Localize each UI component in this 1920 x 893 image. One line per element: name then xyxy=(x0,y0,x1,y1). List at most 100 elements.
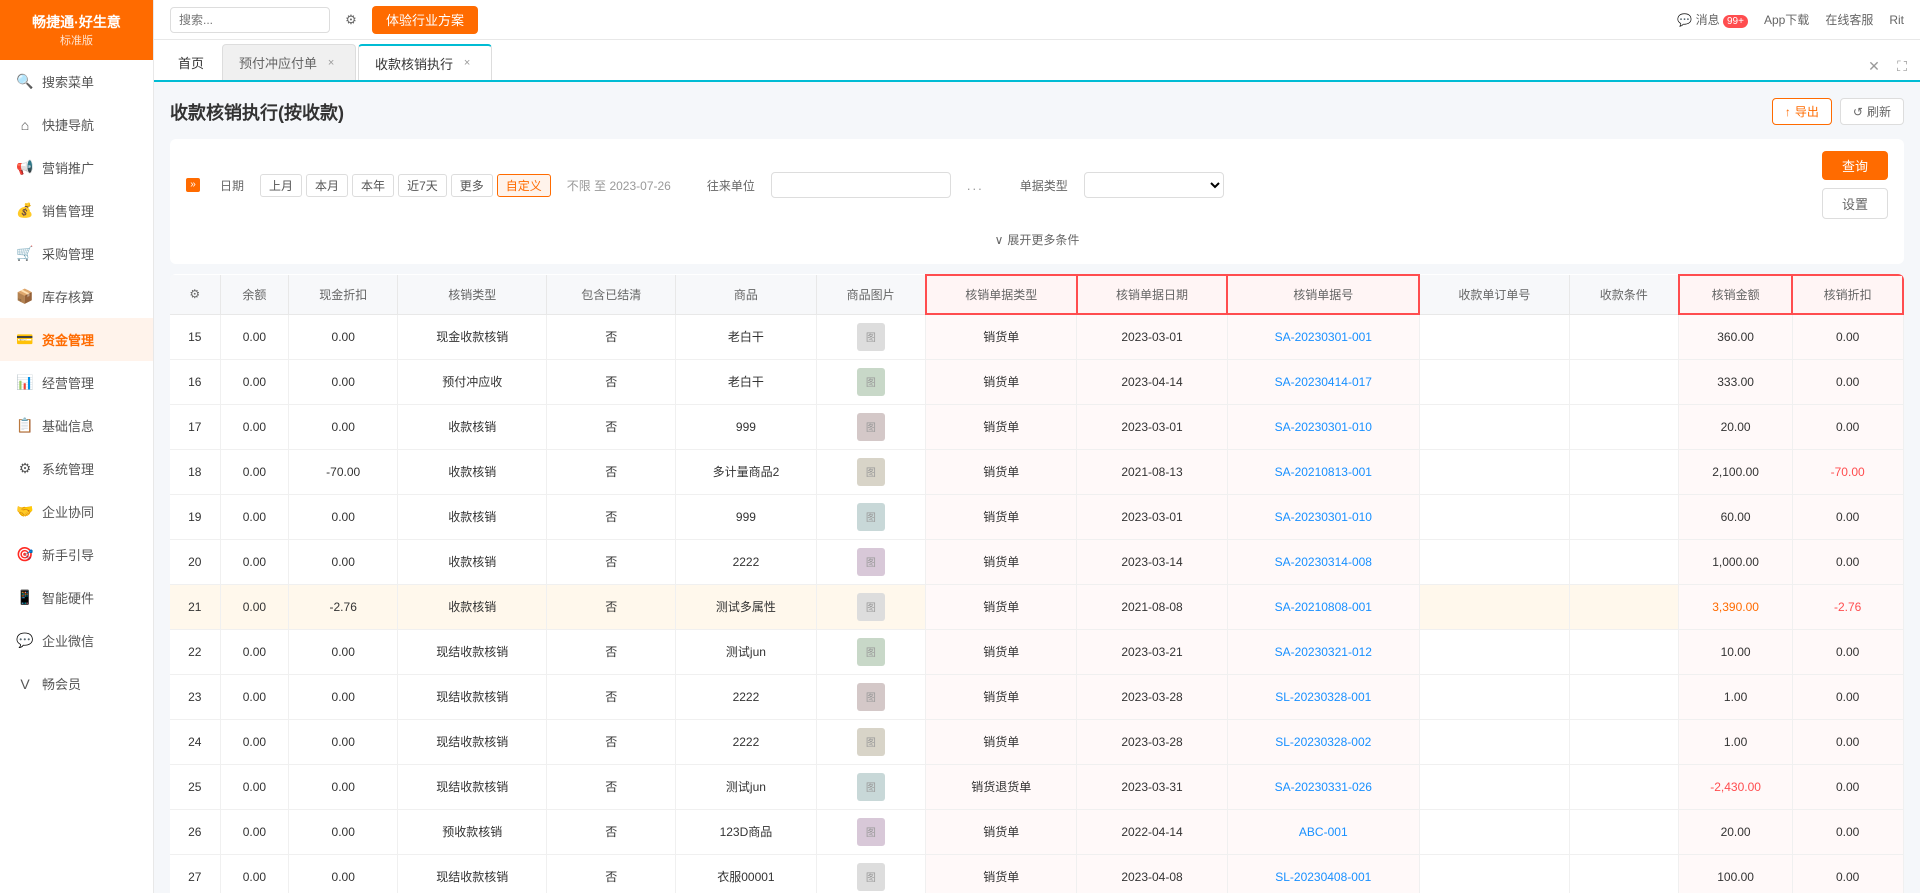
sidebar-item-smart-hardware[interactable]: 📱 智能硬件 xyxy=(0,576,153,619)
td-goods-image: 图 xyxy=(816,719,926,764)
td-no: 24 xyxy=(170,719,220,764)
sidebar-item-enterprise[interactable]: 🤝 企业协同 xyxy=(0,490,153,533)
td-cash-discount: 0.00 xyxy=(289,719,398,764)
td-writeoff-amount: 2,100.00 xyxy=(1679,449,1792,494)
td-include-settled: 否 xyxy=(547,359,676,404)
receipt-type-select[interactable] xyxy=(1084,172,1224,198)
user-name[interactable]: Rit xyxy=(1889,13,1904,27)
tab-prepay[interactable]: 预付冲应付单 × xyxy=(222,44,356,80)
th-receipt-order-no: 收款单订单号 xyxy=(1419,275,1569,314)
th-writeoff-doc-date: 核销单据日期 xyxy=(1077,275,1228,314)
member-icon: V xyxy=(16,675,34,693)
settings-button[interactable]: 设置 xyxy=(1822,188,1888,219)
td-writeoff-type: 现结收款核销 xyxy=(398,719,547,764)
td-writeoff-type: 现结收款核销 xyxy=(398,674,547,719)
td-include-settled: 否 xyxy=(547,539,676,584)
td-balance: 0.00 xyxy=(220,584,289,629)
sidebar: 畅捷通·好生意 标准版 🔍 搜索菜单 ⌂ 快捷导航 📢 营销推广 💰 销售管理 … xyxy=(0,0,154,893)
sidebar-item-search[interactable]: 🔍 搜索菜单 xyxy=(0,60,153,103)
sidebar-item-member[interactable]: V 畅会员 xyxy=(0,662,153,705)
doc-no-link[interactable]: SA-20210813-001 xyxy=(1275,465,1372,479)
doc-no-link[interactable]: SL-20230328-002 xyxy=(1275,735,1371,749)
doc-no-link[interactable]: SA-20230414-017 xyxy=(1275,375,1372,389)
industry-btn[interactable]: 体验行业方案 xyxy=(372,6,478,34)
search-input[interactable] xyxy=(170,7,330,33)
close-window-icon[interactable]: ✕ xyxy=(1864,56,1884,76)
td-writeoff-amount: 1.00 xyxy=(1679,674,1792,719)
date-btn-last-month[interactable]: 上月 xyxy=(260,174,302,197)
td-writeoff-amount: 1,000.00 xyxy=(1679,539,1792,584)
table-row: 19 0.00 0.00 收款核销 否 999 图 销货单 2023-03-01… xyxy=(170,494,1903,539)
doc-no-link[interactable]: SA-20230301-010 xyxy=(1275,510,1372,524)
doc-no-link[interactable]: SA-20210808-001 xyxy=(1275,600,1372,614)
app-download-link[interactable]: App下载 xyxy=(1764,11,1809,28)
td-writeoff-discount: 0.00 xyxy=(1792,719,1903,764)
expand-icon-arrow: ∨ xyxy=(995,233,1004,247)
sidebar-item-basic-info[interactable]: 📋 基础信息 xyxy=(0,404,153,447)
query-button[interactable]: 查询 xyxy=(1822,151,1888,180)
td-cash-discount: 0.00 xyxy=(289,404,398,449)
refresh-button[interactable]: ↺ 刷新 xyxy=(1840,98,1904,125)
sidebar-item-sales[interactable]: 💰 销售管理 xyxy=(0,189,153,232)
date-btn-more[interactable]: 更多 xyxy=(451,174,493,197)
doc-no-link[interactable]: SA-20230301-001 xyxy=(1275,330,1372,344)
data-table-container: ⚙ 余额 现金折扣 核销类型 包含已结清 商品 商品图片 核销单据类型 核销单据… xyxy=(170,274,1904,893)
doc-no-link[interactable]: SL-20230328-001 xyxy=(1275,690,1371,704)
sidebar-item-system[interactable]: ⚙ 系统管理 xyxy=(0,447,153,490)
th-goods: 商品 xyxy=(676,275,816,314)
td-writeoff-doc-no: SA-20210813-001 xyxy=(1227,449,1419,494)
doc-no-link[interactable]: SA-20230314-008 xyxy=(1275,555,1372,569)
app-logo: 畅捷通·好生意 标准版 xyxy=(0,0,153,60)
sidebar-item-marketing[interactable]: 📢 营销推广 xyxy=(0,146,153,189)
sidebar-item-purchase[interactable]: 🛒 采购管理 xyxy=(0,232,153,275)
table-row: 17 0.00 0.00 收款核销 否 999 图 销货单 2023-03-01… xyxy=(170,404,1903,449)
from-unit-dots[interactable]: ... xyxy=(967,178,984,193)
online-service-link[interactable]: 在线客服 xyxy=(1825,11,1873,28)
doc-no-link[interactable]: SL-20230408-001 xyxy=(1275,870,1371,884)
doc-no-link[interactable]: SA-20230331-026 xyxy=(1275,780,1372,794)
gear-icon[interactable]: ⚙ xyxy=(338,7,364,33)
td-goods: 999 xyxy=(676,494,816,539)
td-balance: 0.00 xyxy=(220,629,289,674)
tab-home[interactable]: 首页 xyxy=(162,44,220,80)
doc-no-link[interactable]: SA-20230321-012 xyxy=(1275,645,1372,659)
tab-bar-actions: ✕ ⛶ xyxy=(1864,56,1912,80)
doc-no-link[interactable]: ABC-001 xyxy=(1299,825,1348,839)
from-unit-input[interactable] xyxy=(771,172,951,198)
date-btn-this-month[interactable]: 本月 xyxy=(306,174,348,197)
doc-no-link[interactable]: SA-20230301-010 xyxy=(1275,420,1372,434)
td-receipt-condition xyxy=(1569,809,1679,854)
expand-window-icon[interactable]: ⛶ xyxy=(1892,56,1912,76)
td-include-settled: 否 xyxy=(547,629,676,674)
sidebar-label-marketing: 营销推广 xyxy=(42,158,94,177)
td-balance: 0.00 xyxy=(220,854,289,893)
th-settings[interactable]: ⚙ xyxy=(170,275,220,314)
td-writeoff-doc-no: SA-20230301-001 xyxy=(1227,314,1419,359)
sidebar-item-quick-nav[interactable]: ⌂ 快捷导航 xyxy=(0,103,153,146)
date-btn-custom[interactable]: 自定义 xyxy=(497,174,551,197)
expand-more-conditions[interactable]: ∨ 展开更多条件 xyxy=(186,227,1888,252)
export-label: 导出 xyxy=(1795,103,1819,120)
filter-expand-icon[interactable]: » xyxy=(186,178,200,192)
td-include-settled: 否 xyxy=(547,719,676,764)
receipt-type-label: 单据类型 xyxy=(1020,177,1068,194)
tab-writeoff[interactable]: 收款核销执行 × xyxy=(358,44,492,80)
td-receipt-order-no xyxy=(1419,539,1569,584)
date-filter-label: 日期 xyxy=(220,177,244,194)
th-cash-discount: 现金折扣 xyxy=(289,275,398,314)
sidebar-item-inventory[interactable]: 📦 库存核算 xyxy=(0,275,153,318)
date-btn-this-year[interactable]: 本年 xyxy=(352,174,394,197)
date-btn-7days[interactable]: 近7天 xyxy=(398,174,447,197)
export-button[interactable]: ↑ 导出 xyxy=(1772,98,1832,125)
sidebar-item-funds[interactable]: 💳 资金管理 xyxy=(0,318,153,361)
message-area[interactable]: 💬 消息 99+ xyxy=(1677,11,1748,28)
td-goods: 老白干 xyxy=(676,359,816,404)
tab-bar: 首页 预付冲应付单 × 收款核销执行 × ✕ ⛶ xyxy=(154,40,1920,82)
tab-writeoff-close[interactable]: × xyxy=(459,55,475,71)
table-scroll-area[interactable]: ⚙ 余额 现金折扣 核销类型 包含已结清 商品 商品图片 核销单据类型 核销单据… xyxy=(170,274,1904,893)
tab-prepay-close[interactable]: × xyxy=(323,55,339,71)
sidebar-item-guide[interactable]: 🎯 新手引导 xyxy=(0,533,153,576)
table-row: 16 0.00 0.00 预付冲应收 否 老白干 图 销货单 2023-04-1… xyxy=(170,359,1903,404)
sidebar-item-wechat[interactable]: 💬 企业微信 xyxy=(0,619,153,662)
sidebar-item-operations[interactable]: 📊 经营管理 xyxy=(0,361,153,404)
